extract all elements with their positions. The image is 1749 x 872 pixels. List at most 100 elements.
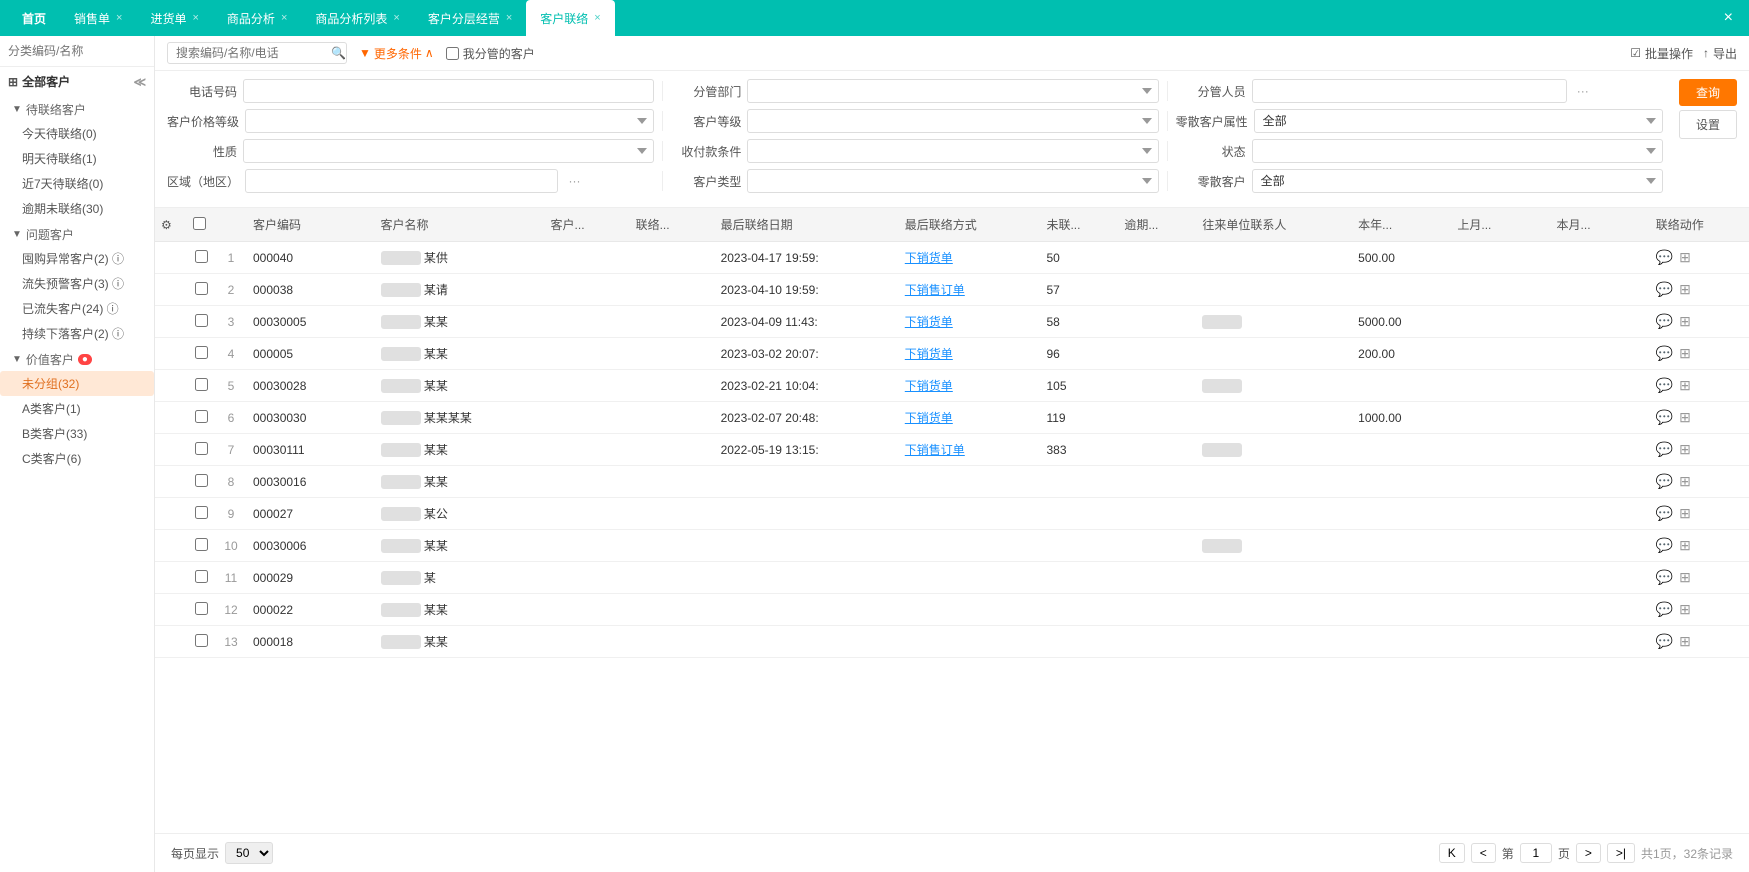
col-this-year[interactable]: 本年... bbox=[1352, 208, 1451, 242]
contact-method-link[interactable]: 下销货单 bbox=[905, 347, 953, 361]
contact-method-link[interactable]: 下销售订单 bbox=[905, 443, 965, 457]
region-input[interactable] bbox=[245, 169, 558, 193]
row-check-cell[interactable] bbox=[187, 242, 215, 274]
row-check-cell[interactable] bbox=[187, 338, 215, 370]
comment-icon[interactable]: 💬 bbox=[1656, 569, 1673, 586]
person-input[interactable] bbox=[1252, 79, 1567, 103]
comment-icon[interactable]: 💬 bbox=[1656, 505, 1673, 522]
row-name[interactable]: 某某 bbox=[375, 338, 545, 370]
next-page-btn[interactable]: > bbox=[1576, 843, 1601, 863]
per-page-select[interactable]: 50 bbox=[225, 842, 273, 864]
sidebar-item-a-class[interactable]: A类客户(1) bbox=[0, 396, 154, 421]
region-more-icon[interactable]: ··· bbox=[568, 174, 580, 188]
contact-method-link[interactable]: 下销货单 bbox=[905, 315, 953, 329]
sidebar-item-hoarding-abnormal[interactable]: 囤购异常客户(2) ⓘ bbox=[0, 246, 154, 271]
col-last-month[interactable]: 上月... bbox=[1451, 208, 1550, 242]
comment-icon[interactable]: 💬 bbox=[1656, 601, 1673, 618]
nav-product-analysis[interactable]: 商品分析 × bbox=[213, 0, 301, 36]
sidebar-problem-group[interactable]: ▼ 问题客户 bbox=[0, 221, 154, 246]
row-checkbox[interactable] bbox=[195, 570, 208, 583]
comment-icon[interactable]: 💬 bbox=[1656, 633, 1673, 650]
grid-action-icon[interactable]: ⊞ bbox=[1679, 473, 1691, 490]
nav-product-analysis-close[interactable]: × bbox=[281, 12, 287, 24]
prev-page-btn[interactable]: < bbox=[1471, 843, 1496, 863]
page-number-input[interactable] bbox=[1520, 843, 1552, 863]
row-check-cell[interactable] bbox=[187, 498, 215, 530]
export-btn[interactable]: ↑ 导出 bbox=[1703, 45, 1737, 62]
row-name[interactable]: 某某 bbox=[375, 466, 545, 498]
row-last-contact-method[interactable]: 下销货单 bbox=[899, 306, 1041, 338]
page-size-selector[interactable]: 每页显示 50 bbox=[171, 842, 273, 864]
nav-purchase-close[interactable]: × bbox=[192, 12, 198, 24]
row-checkbox[interactable] bbox=[195, 378, 208, 391]
row-check-cell[interactable] bbox=[187, 466, 215, 498]
sidebar-item-week-pending[interactable]: 近7天待联络(0) bbox=[0, 171, 154, 196]
row-checkbox[interactable] bbox=[195, 314, 208, 327]
col-overdue[interactable]: 逾期... bbox=[1118, 208, 1196, 242]
filter-search-input[interactable] bbox=[176, 46, 331, 60]
more-conditions-btn[interactable]: ▼ 更多条件 ∧ bbox=[359, 45, 434, 62]
row-name[interactable]: 某供 bbox=[375, 242, 545, 274]
col-settings[interactable]: ⚙ bbox=[155, 208, 187, 242]
row-name[interactable]: 某某 bbox=[375, 626, 545, 658]
row-name[interactable]: 某某 bbox=[375, 370, 545, 402]
sidebar-search-box[interactable]: 🔍 bbox=[0, 36, 154, 67]
sidebar-value-group[interactable]: ▼ 价值客户 ● bbox=[0, 346, 154, 371]
row-checkbox[interactable] bbox=[195, 474, 208, 487]
col-code[interactable]: 客户编码 bbox=[247, 208, 375, 242]
col-check[interactable] bbox=[187, 208, 215, 242]
row-check-cell[interactable] bbox=[187, 594, 215, 626]
row-name[interactable]: 某请 bbox=[375, 274, 545, 306]
row-checkbox[interactable] bbox=[195, 250, 208, 263]
sidebar-item-overdue-pending[interactable]: 逾期未联络(30) bbox=[0, 196, 154, 221]
row-name[interactable]: 某某 bbox=[375, 306, 545, 338]
contact-method-link[interactable]: 下销货单 bbox=[905, 251, 953, 265]
row-check-cell[interactable] bbox=[187, 530, 215, 562]
col-uncontacted[interactable]: 未联... bbox=[1040, 208, 1118, 242]
last-page-btn[interactable]: >| bbox=[1607, 843, 1635, 863]
contact-method-link[interactable]: 下销货单 bbox=[905, 379, 953, 393]
person-more-icon[interactable]: ··· bbox=[1577, 84, 1589, 98]
grid-action-icon[interactable]: ⊞ bbox=[1679, 377, 1691, 394]
settings-icon[interactable]: ⚙ bbox=[161, 218, 172, 232]
row-check-cell[interactable] bbox=[187, 402, 215, 434]
sidebar-item-c-class[interactable]: C类客户(6) bbox=[0, 446, 154, 471]
row-last-contact-method[interactable]: 下销售订单 bbox=[899, 274, 1041, 306]
row-checkbox[interactable] bbox=[195, 442, 208, 455]
row-last-contact-method[interactable]: 下销货单 bbox=[899, 242, 1041, 274]
row-name[interactable]: 某 bbox=[375, 562, 545, 594]
sidebar-pending-group[interactable]: ▼ 待联络客户 bbox=[0, 96, 154, 121]
dept-select[interactable] bbox=[747, 79, 1158, 103]
grid-action-icon[interactable]: ⊞ bbox=[1679, 633, 1691, 650]
grid-action-icon[interactable]: ⊞ bbox=[1679, 345, 1691, 362]
row-checkbox[interactable] bbox=[195, 506, 208, 519]
grid-action-icon[interactable]: ⊞ bbox=[1679, 569, 1691, 586]
reset-btn[interactable]: 设置 bbox=[1679, 110, 1737, 139]
grid-action-icon[interactable]: ⊞ bbox=[1679, 537, 1691, 554]
price-level-select[interactable] bbox=[245, 109, 654, 133]
col-contact[interactable]: 联络... bbox=[630, 208, 715, 242]
row-last-contact-method[interactable]: 下销售订单 bbox=[899, 434, 1041, 466]
nav-customer-segment-close[interactable]: × bbox=[506, 12, 512, 24]
col-last-contact-method[interactable]: 最后联络方式 bbox=[899, 208, 1041, 242]
grid-action-icon[interactable]: ⊞ bbox=[1679, 505, 1691, 522]
sidebar-item-tomorrow-pending[interactable]: 明天待联络(1) bbox=[0, 146, 154, 171]
filter-search-box[interactable]: 🔍 bbox=[167, 42, 347, 64]
my-customers-checkbox[interactable]: 我分管的客户 bbox=[446, 45, 535, 62]
row-checkbox[interactable] bbox=[195, 282, 208, 295]
nav-close-all[interactable]: × bbox=[1716, 9, 1741, 27]
row-name[interactable]: 某公 bbox=[375, 498, 545, 530]
row-check-cell[interactable] bbox=[187, 306, 215, 338]
customer-type-select[interactable] bbox=[747, 169, 1158, 193]
nav-home[interactable]: 首页 bbox=[8, 0, 60, 36]
nav-customer-contact-close[interactable]: × bbox=[594, 12, 600, 24]
row-last-contact-method[interactable]: 下销货单 bbox=[899, 370, 1041, 402]
grid-action-icon[interactable]: ⊞ bbox=[1679, 281, 1691, 298]
contact-method-link[interactable]: 下销售订单 bbox=[905, 283, 965, 297]
col-last-contact-date[interactable]: 最后联络日期 bbox=[715, 208, 899, 242]
comment-icon[interactable]: 💬 bbox=[1656, 537, 1673, 554]
status-select[interactable] bbox=[1252, 139, 1663, 163]
row-check-cell[interactable] bbox=[187, 274, 215, 306]
row-checkbox[interactable] bbox=[195, 346, 208, 359]
row-check-cell[interactable] bbox=[187, 562, 215, 594]
